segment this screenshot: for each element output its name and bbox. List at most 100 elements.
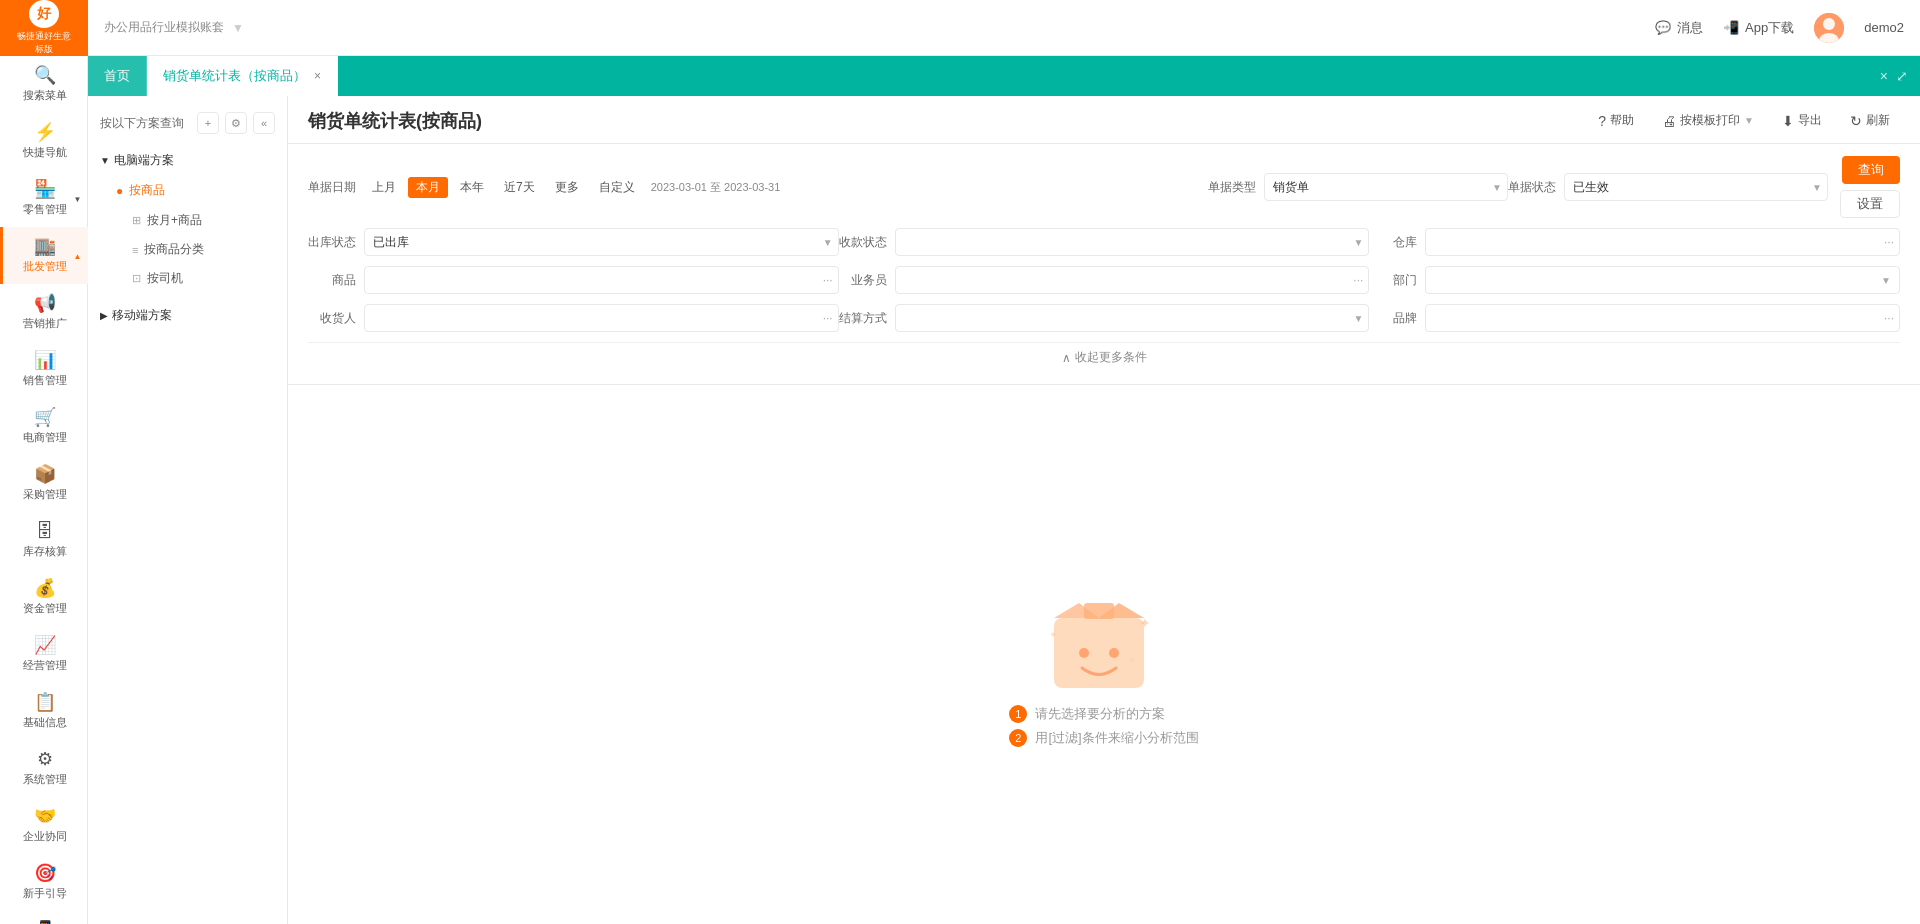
- sidebar-item-app-center[interactable]: 📱 应用中心: [0, 911, 88, 924]
- collection-label: 收款状态: [839, 234, 895, 251]
- empty-svg: ✦ ✦ ✦: [1024, 563, 1184, 693]
- sidebar-item-basic-info[interactable]: 📋 基础信息: [0, 683, 88, 740]
- out-status-select[interactable]: 已出库: [364, 228, 839, 256]
- print-button[interactable]: 🖨 按模板打印 ▼: [1652, 108, 1764, 133]
- month-product-icon: ⊞: [132, 214, 141, 227]
- sidebar-item-operations[interactable]: 📈 经营管理: [0, 626, 88, 683]
- date-tab-last-month[interactable]: 上月: [364, 177, 404, 198]
- print-label: 按模板打印: [1680, 112, 1740, 129]
- brand-ellipsis[interactable]: ···: [1884, 311, 1894, 325]
- department-field: 部门 ▼: [1369, 266, 1900, 294]
- date-tab-more[interactable]: 更多: [547, 177, 587, 198]
- staff-wrapper: ···: [895, 266, 1370, 294]
- tab-close-icon[interactable]: ×: [314, 69, 321, 83]
- warehouse-ellipsis[interactable]: ···: [1884, 235, 1894, 249]
- inventory-icon: 🗄: [36, 522, 54, 540]
- department-select[interactable]: ▼: [1425, 266, 1900, 294]
- sub-filter-driver[interactable]: ⊡ 按司机: [88, 264, 287, 293]
- wholesale-icon: 🏬: [34, 237, 56, 255]
- filter-item-by-product-label: 按商品: [129, 182, 165, 199]
- filter-item-by-product[interactable]: ● 按商品: [88, 175, 287, 206]
- date-tab-this-year[interactable]: 本年: [452, 177, 492, 198]
- sidebar-item-sales-label: 销售管理: [23, 373, 67, 388]
- collapse-button[interactable]: ∧ 收起更多条件: [308, 342, 1900, 372]
- sidebar-item-inventory[interactable]: 🗄 库存核算: [0, 512, 88, 569]
- brand-label: 品牌: [1369, 310, 1425, 327]
- settings-button[interactable]: 设置: [1840, 190, 1900, 218]
- doc-status-field: 单据状态 已生效 ▼: [1508, 173, 1828, 201]
- staff-ellipsis[interactable]: ···: [1353, 273, 1363, 287]
- pc-scheme-header[interactable]: ▼ 电脑端方案: [88, 146, 287, 175]
- export-button[interactable]: ⬇ 导出: [1772, 108, 1832, 133]
- collapse-panel-button[interactable]: «: [253, 112, 275, 134]
- export-label: 导出: [1798, 112, 1822, 129]
- collection-select[interactable]: [895, 228, 1370, 256]
- basic-info-icon: 📋: [34, 693, 56, 711]
- sidebar-item-system-label: 系统管理: [23, 772, 67, 787]
- sidebar-item-retail[interactable]: 🏪 零售管理 ▼: [0, 170, 88, 227]
- sidebar-item-guide-label: 新手引导: [23, 886, 67, 901]
- query-button[interactable]: 查询: [1842, 156, 1900, 184]
- sidebar-item-sales[interactable]: 📊 销售管理: [0, 341, 88, 398]
- product-ellipsis[interactable]: ···: [823, 273, 833, 287]
- tab-maximize[interactable]: × ⤢: [1868, 68, 1920, 84]
- settings-scheme-button[interactable]: ⚙: [225, 112, 247, 134]
- doc-type-label: 单据类型: [1208, 179, 1264, 196]
- settlement-select[interactable]: [895, 304, 1370, 332]
- staff-input[interactable]: [895, 266, 1370, 294]
- sidebar-item-inventory-label: 库存核算: [23, 544, 67, 559]
- maximize-icon[interactable]: ⤢: [1896, 68, 1908, 84]
- sidebar-item-system[interactable]: ⚙ 系统管理: [0, 740, 88, 797]
- sidebar-item-purchase[interactable]: 📦 采购管理: [0, 455, 88, 512]
- sub-filter-category[interactable]: ≡ 按商品分类: [88, 235, 287, 264]
- sidebar-item-wholesale-label: 批发管理: [23, 259, 67, 274]
- mobile-scheme-header[interactable]: ▶ 移动端方案: [88, 301, 287, 330]
- export-icon: ⬇: [1782, 113, 1794, 129]
- product-input[interactable]: [364, 266, 839, 294]
- recipient-field: 收货人 ···: [308, 304, 839, 332]
- department-arrow: ▼: [1881, 275, 1891, 286]
- tab-bar: 首页 销货单统计表（按商品） × × ⤢: [88, 56, 1920, 96]
- sidebar-item-search-menu[interactable]: 🔍 搜索菜单: [0, 56, 88, 113]
- app-logo[interactable]: 好 畅捷通好生意 标版: [0, 0, 88, 56]
- brand-input[interactable]: [1425, 304, 1900, 332]
- date-field: 单据日期 上月 本月 本年 近7天 更多 自定义: [308, 177, 1208, 198]
- purchase-icon: 📦: [34, 465, 56, 483]
- sub-filter-month-product[interactable]: ⊞ 按月+商品: [88, 206, 287, 235]
- tab-active[interactable]: 销货单统计表（按商品） ×: [147, 56, 338, 96]
- help-button[interactable]: ? 帮助: [1588, 108, 1644, 133]
- sidebar-item-wholesale[interactable]: 🏬 批发管理 ▲: [0, 227, 88, 284]
- date-input-wrapper: 上月 本月 本年 近7天 更多 自定义 2023-03-01 至 2023-03…: [364, 177, 1208, 198]
- svg-text:✦: ✦: [1129, 656, 1136, 665]
- retail-arrow: ▼: [74, 194, 82, 203]
- logo-sub: 标版: [35, 43, 53, 56]
- doc-status-select[interactable]: 已生效: [1564, 173, 1828, 201]
- sub-filter-driver-label: 按司机: [147, 270, 183, 287]
- collapse-chevron-icon: ∧: [1062, 351, 1071, 365]
- close-window-icon[interactable]: ×: [1880, 68, 1888, 84]
- pc-scheme-label: 电脑端方案: [114, 152, 174, 169]
- sidebar-item-finance[interactable]: 💰 资金管理: [0, 569, 88, 626]
- pc-scheme-section: ▼ 电脑端方案 ● 按商品 ⊞ 按月+商品 ≡ 按商品分类 ⊡ 按司机: [88, 142, 287, 297]
- add-scheme-button[interactable]: +: [197, 112, 219, 134]
- avatar[interactable]: [1814, 13, 1844, 43]
- tab-home[interactable]: 首页: [88, 56, 147, 96]
- sidebar-item-marketing[interactable]: 📢 营销推广: [0, 284, 88, 341]
- sidebar-item-guide[interactable]: 🎯 新手引导: [0, 854, 88, 911]
- refresh-button[interactable]: ↻ 刷新: [1840, 108, 1900, 133]
- recipient-ellipsis[interactable]: ···: [823, 311, 833, 325]
- sidebar-item-ecommerce[interactable]: 🛒 电商管理: [0, 398, 88, 455]
- sidebar-item-quick-nav[interactable]: ⚡ 快捷导航: [0, 113, 88, 170]
- date-tab-custom[interactable]: 自定义: [591, 177, 643, 198]
- sidebar-item-enterprise[interactable]: 🤝 企业协同: [0, 797, 88, 854]
- date-tab-7days[interactable]: 近7天: [496, 177, 543, 198]
- warehouse-input[interactable]: [1425, 228, 1900, 256]
- date-tab-this-month[interactable]: 本月: [408, 177, 448, 198]
- recipient-input[interactable]: [364, 304, 839, 332]
- doc-type-wrapper: 销货单 ▼: [1264, 173, 1508, 201]
- breadcrumb-arrow[interactable]: ▼: [232, 21, 244, 35]
- doc-type-select[interactable]: 销货单: [1264, 173, 1508, 201]
- header-right: 💬 消息 📲 App下载 demo2: [1655, 13, 1904, 43]
- message-action[interactable]: 💬 消息: [1655, 19, 1703, 37]
- app-download-action[interactable]: 📲 App下载: [1723, 19, 1794, 37]
